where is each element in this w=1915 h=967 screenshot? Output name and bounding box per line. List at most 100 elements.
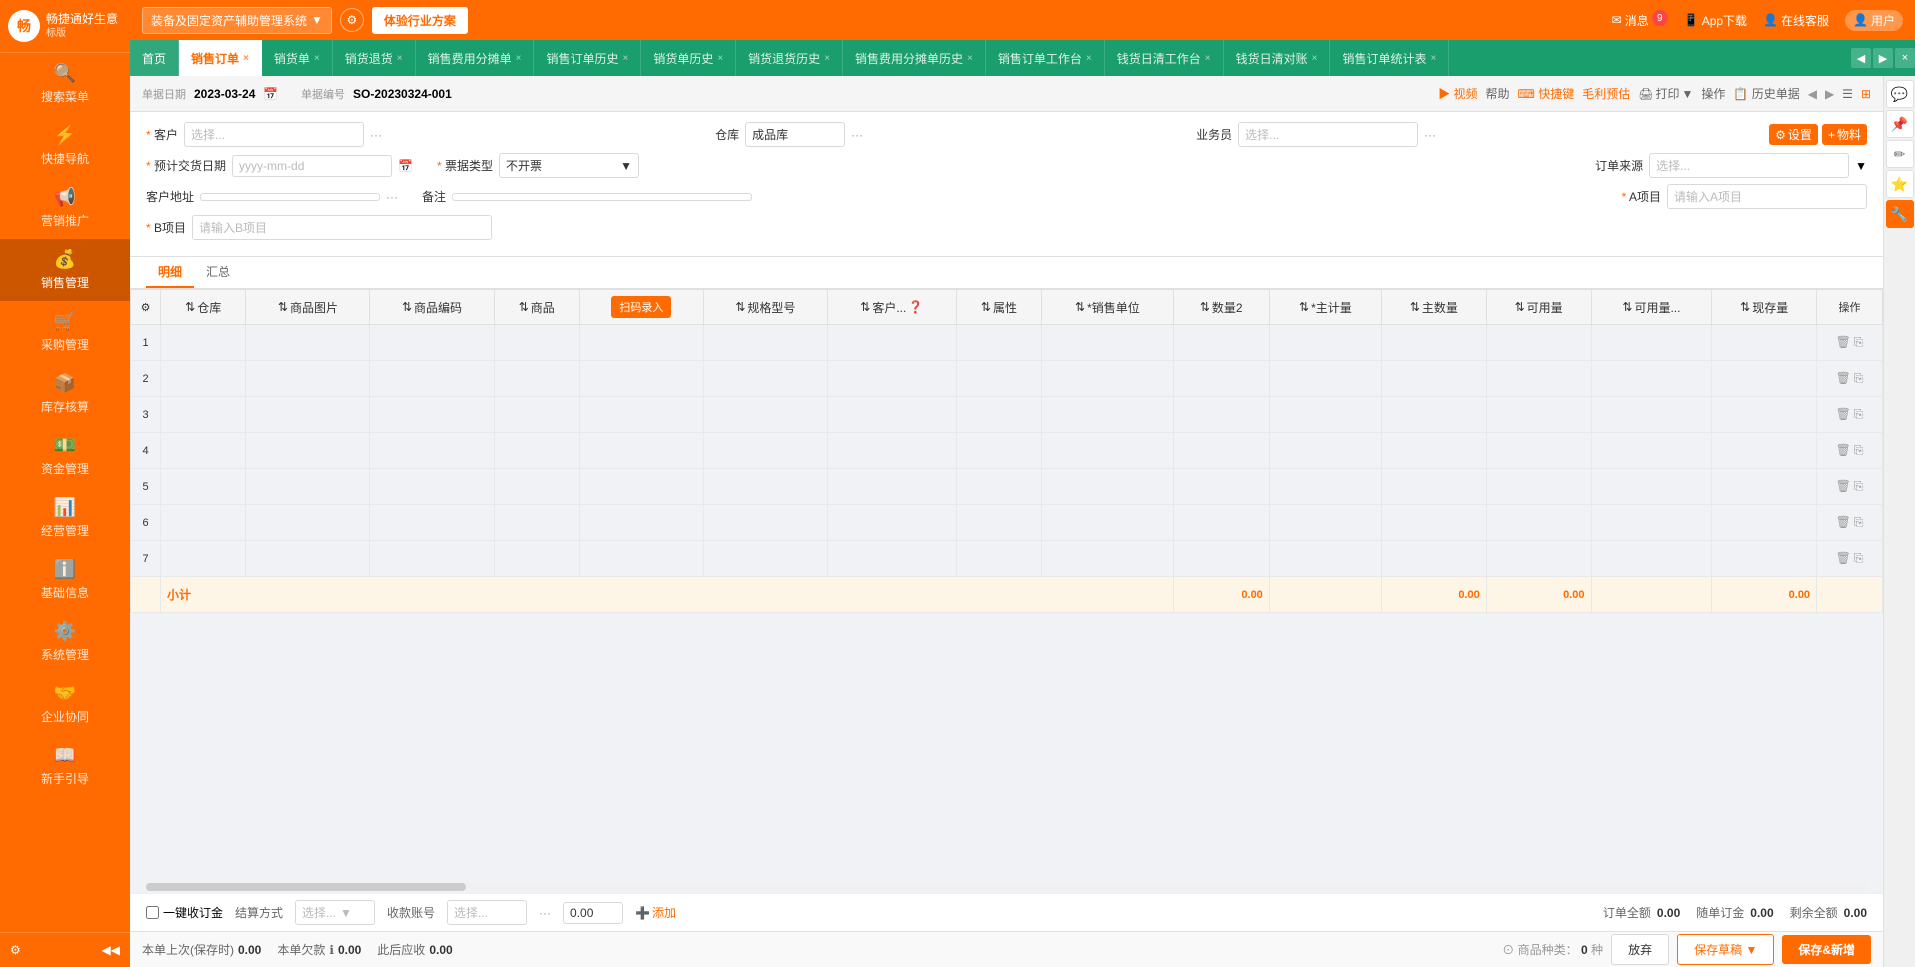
row-1-spec[interactable] (703, 325, 827, 361)
right-panel-tool-icon[interactable]: 🔧 (1886, 200, 1914, 228)
tab-sales-invoice[interactable]: 销货单 × (262, 40, 333, 76)
row-3-actions[interactable]: 🗑 ⎘ (1817, 397, 1883, 433)
row-2-spec[interactable] (703, 361, 827, 397)
row-1-available2[interactable] (1591, 325, 1712, 361)
row-5-available[interactable] (1486, 469, 1591, 505)
save-draft-dropdown[interactable]: ▼ (1745, 943, 1757, 957)
row-6-product[interactable] (494, 505, 579, 541)
row-7-code[interactable] (370, 541, 494, 577)
row-5-image[interactable] (246, 469, 370, 505)
staff-input[interactable]: 选择... (1238, 122, 1418, 147)
row-7-product[interactable] (494, 541, 579, 577)
row-6-actions[interactable]: 🗑 ⎘ (1817, 505, 1883, 541)
col-main-qty[interactable]: ⇅ 主数量 (1382, 290, 1487, 325)
row-7-actions[interactable]: 🗑 ⎘ (1817, 541, 1883, 577)
col-warehouse[interactable]: ⇅ 仓库 (161, 290, 246, 325)
toolbar-grid-icon[interactable]: ☰ (1842, 87, 1853, 101)
sidebar-item-sales[interactable]: 💰 销售管理 (0, 239, 130, 301)
row-2-copy-icon[interactable]: ⎘ (1854, 371, 1864, 385)
row-6-spec[interactable] (703, 505, 827, 541)
account-select[interactable]: 选择... (447, 900, 527, 925)
row-3-main-qty[interactable] (1382, 397, 1487, 433)
a-project-input[interactable]: 请输入A项目 (1667, 184, 1867, 209)
row-3-code[interactable] (370, 397, 494, 433)
tab-sales-fee[interactable]: 销售费用分摊单 × (416, 40, 535, 76)
row-3-qty2[interactable] (1173, 397, 1269, 433)
row-1-warehouse[interactable] (161, 325, 246, 361)
col-available[interactable]: ⇅ 可用量 (1486, 290, 1591, 325)
remark-input[interactable] (452, 193, 752, 201)
row-2-attr[interactable] (956, 361, 1041, 397)
help-btn[interactable]: 帮助 (1486, 85, 1510, 102)
row-5-main-qty[interactable] (1382, 469, 1487, 505)
sidebar-item-system[interactable]: ⚙️ 系统管理 (0, 611, 130, 673)
tab-invoice-history[interactable]: 销货单历史 × (641, 40, 736, 76)
tab-sales-order[interactable]: 销售订单 × (179, 40, 262, 76)
row-4-stock[interactable] (1712, 433, 1817, 469)
row-7-image[interactable] (246, 541, 370, 577)
row-1-code[interactable] (370, 325, 494, 361)
sidebar-item-guide[interactable]: 📖 新手引导 (0, 735, 130, 797)
row-7-customer-code[interactable] (827, 541, 956, 577)
col-code[interactable]: ⇅ 商品编码 (370, 290, 494, 325)
staff-more-icon[interactable]: ··· (1424, 128, 1436, 142)
row-1-product[interactable] (494, 325, 579, 361)
app-settings-icon[interactable]: ⚙ (340, 8, 364, 32)
sidebar-item-quick[interactable]: ⚡ 快捷导航 (0, 115, 130, 177)
row-6-stock[interactable] (1712, 505, 1817, 541)
row-6-copy-icon[interactable]: ⎘ (1854, 515, 1864, 529)
row-7-stock[interactable] (1712, 541, 1817, 577)
right-panel-star-icon[interactable]: ⭐ (1886, 170, 1914, 198)
row-3-unit[interactable] (1042, 397, 1174, 433)
row-6-code[interactable] (370, 505, 494, 541)
row-2-stock[interactable] (1712, 361, 1817, 397)
solution-button[interactable]: 体验行业方案 (372, 7, 468, 34)
row-6-delete-icon[interactable]: 🗑 (1836, 515, 1851, 529)
save-new-button[interactable]: 保存&新增 (1782, 935, 1871, 964)
row-4-code[interactable] (370, 433, 494, 469)
row-1-unit[interactable] (1042, 325, 1174, 361)
col-product[interactable]: ⇅ 商品 (494, 290, 579, 325)
row-1-stock[interactable] (1712, 325, 1817, 361)
row-2-actions[interactable]: 🗑 ⎘ (1817, 361, 1883, 397)
row-4-available2[interactable] (1591, 433, 1712, 469)
row-4-main-unit[interactable] (1269, 433, 1381, 469)
row-2-warehouse[interactable] (161, 361, 246, 397)
col-spec[interactable]: ⇅ 规格型号 (703, 290, 827, 325)
tab-close-icon[interactable]: × (516, 53, 522, 64)
row-3-available[interactable] (1486, 397, 1591, 433)
tab-close-icon[interactable]: × (1430, 53, 1436, 64)
row-1-image[interactable] (246, 325, 370, 361)
customer-more-icon[interactable]: ··· (370, 128, 382, 142)
view-btn[interactable]: ▶ 视频 (1438, 85, 1477, 102)
row-1-main-unit[interactable] (1269, 325, 1381, 361)
delivery-calendar-icon[interactable]: 📅 (398, 159, 413, 173)
row-1-available[interactable] (1486, 325, 1591, 361)
toolbar-list-icon[interactable]: ⊞ (1861, 87, 1871, 101)
row-7-qty2[interactable] (1173, 541, 1269, 577)
row-2-main-qty[interactable] (1382, 361, 1487, 397)
user-avatar[interactable]: 👤 用户 (1845, 10, 1903, 31)
row-7-attr[interactable] (956, 541, 1041, 577)
row-7-scan[interactable] (579, 541, 703, 577)
tab-close-icon[interactable]: × (243, 53, 249, 64)
row-1-copy-icon[interactable]: ⎘ (1854, 335, 1864, 349)
row-5-delete-icon[interactable]: 🗑 (1836, 479, 1851, 493)
row-6-qty2[interactable] (1173, 505, 1269, 541)
row-2-code[interactable] (370, 361, 494, 397)
row-7-spec[interactable] (703, 541, 827, 577)
shortcut-btn[interactable]: ⌨ 快捷键 (1518, 85, 1575, 102)
row-1-delete-icon[interactable]: 🗑 (1836, 335, 1851, 349)
address-input[interactable] (200, 193, 380, 201)
row-1-scan[interactable] (579, 325, 703, 361)
row-3-warehouse[interactable] (161, 397, 246, 433)
warehouse-input[interactable]: 成品库 (745, 122, 845, 147)
message-link[interactable]: ✉ 消息 9 (1612, 12, 1668, 29)
row-7-main-qty[interactable] (1382, 541, 1487, 577)
row-4-available[interactable] (1486, 433, 1591, 469)
quick-payment-label[interactable]: 一键收订金 (146, 904, 223, 921)
row-5-scan[interactable] (579, 469, 703, 505)
print-btn[interactable]: 🖨 打印 ▼ (1638, 85, 1693, 102)
tab-close-icon[interactable]: × (717, 53, 723, 64)
col-attr[interactable]: ⇅ 属性 (956, 290, 1041, 325)
